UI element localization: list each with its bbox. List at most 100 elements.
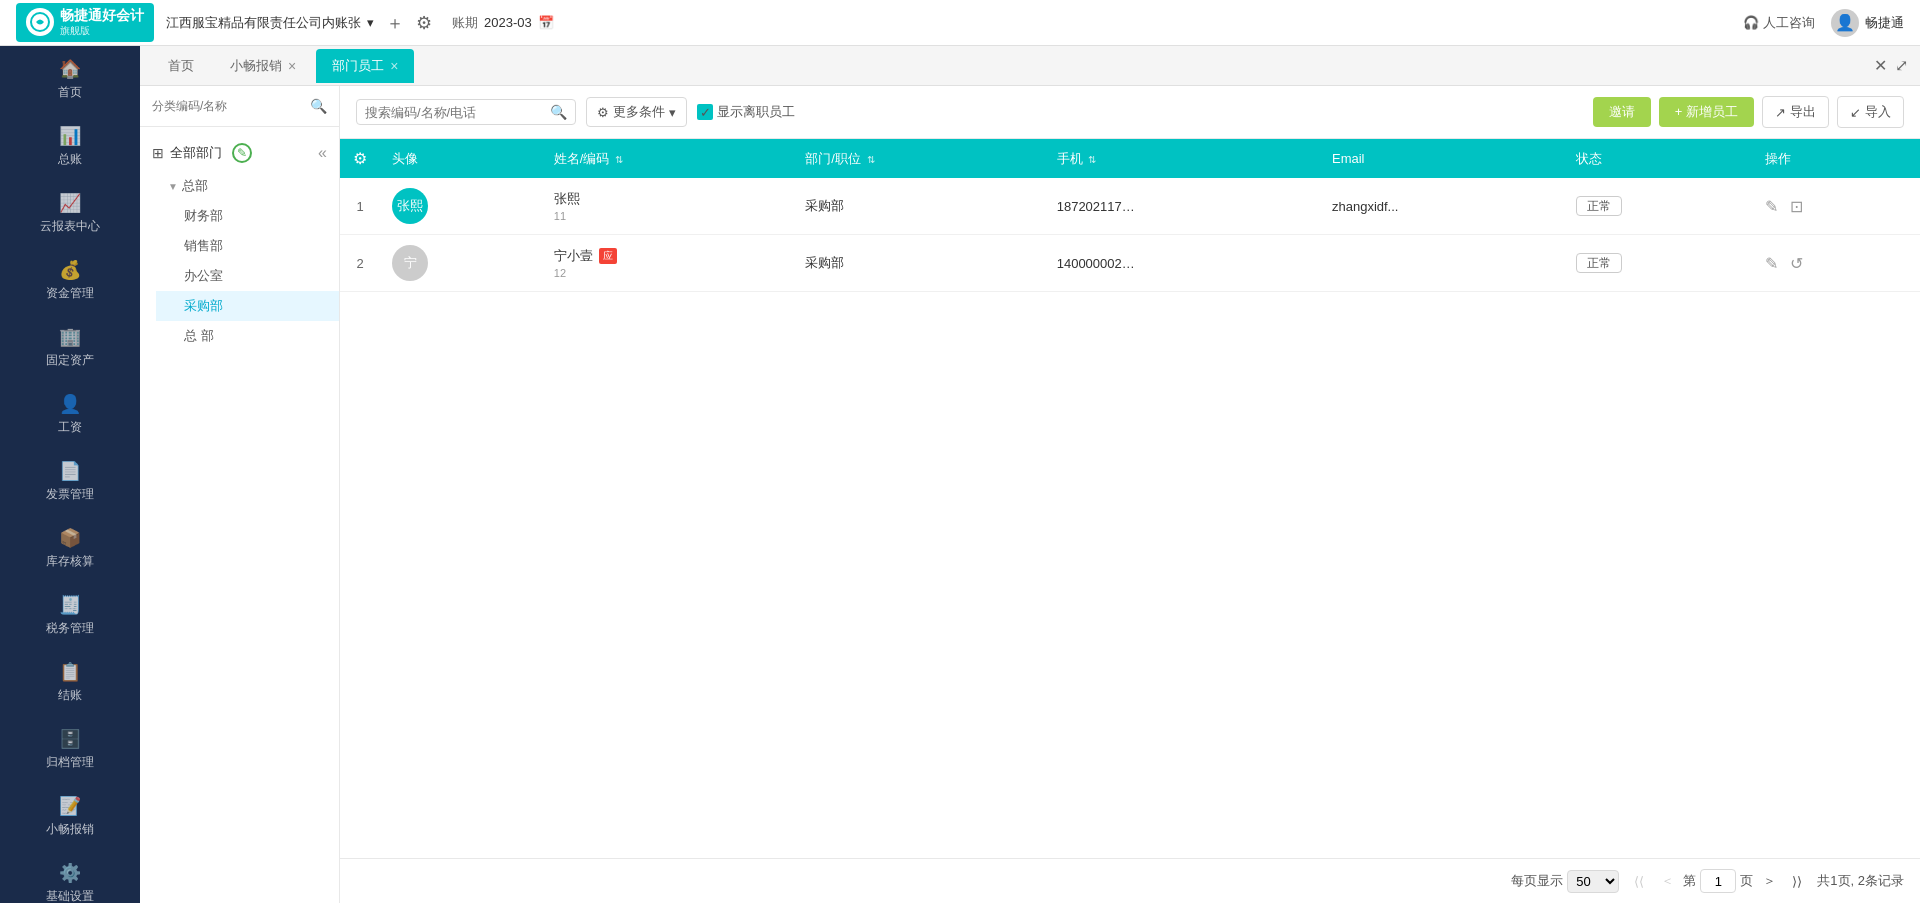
row1-email: zhangxidf... [1320, 178, 1564, 235]
dept-group-header-hq[interactable]: ▼ 总部 [156, 171, 339, 201]
sidebar-item-home[interactable]: 🏠 首页 [0, 46, 140, 113]
tab-dept-close-icon[interactable]: × [390, 58, 398, 74]
assets-icon: 🏢 [59, 326, 81, 348]
sidebar-item-inventory[interactable]: 📦 库存核算 [0, 515, 140, 582]
sidebar-item-archive[interactable]: 🗄️ 归档管理 [0, 716, 140, 783]
row1-logout-icon[interactable]: ⊡ [1790, 197, 1803, 216]
per-page-select[interactable]: 10 20 50 100 [1567, 870, 1619, 893]
avatar-zhangxi: 张熙 [392, 188, 428, 224]
dept-item-sales[interactable]: 销售部 [156, 231, 339, 261]
dept-search-input[interactable] [152, 99, 304, 113]
dept-item-general-hq[interactable]: 总 部 [156, 321, 339, 351]
dept-edit-icon[interactable]: ✎ [232, 143, 252, 163]
avatar-ning: 宁 [392, 245, 428, 281]
export-button[interactable]: ↗ 导出 [1762, 96, 1829, 128]
row2-code: 12 [554, 267, 781, 279]
dept-search-icon[interactable]: 🔍 [310, 98, 327, 114]
col-action: 操作 [1753, 139, 1920, 178]
filter-button[interactable]: ⚙ 更多条件 ▾ [586, 97, 687, 127]
dept-item-finance[interactable]: 财务部 [156, 201, 339, 231]
col-settings-icon[interactable]: ⚙ [353, 150, 367, 167]
top-right-area: 🎧 人工咨询 👤 畅捷通 [1743, 9, 1904, 37]
pagination-bar: 每页显示 10 20 50 100 ⟨⟨ ＜ 第 页 [340, 858, 1920, 903]
row2-name-code: 宁小壹 应 12 [554, 247, 781, 279]
sidebar-item-basic-settings[interactable]: ⚙️ 基础设置 [0, 850, 140, 903]
col-avatar: 头像 [380, 139, 542, 178]
dept-search-area: 🔍 [140, 86, 339, 127]
settings-icon[interactable]: ⚙ [416, 12, 432, 34]
col-name[interactable]: 姓名/编码 ⇅ [542, 139, 793, 178]
maximize-window-icon[interactable]: ⤢ [1895, 56, 1908, 75]
employee-search-icon[interactable]: 🔍 [550, 104, 567, 120]
row2-phone: 140000002… [1045, 235, 1320, 292]
per-page-area: 每页显示 10 20 50 100 [1511, 870, 1619, 893]
show-inactive-toggle[interactable]: ✓ 显示离职员工 [697, 103, 795, 121]
sidebar-label-expense: 小畅报销 [46, 821, 94, 838]
col-dept[interactable]: 部门/职位 ⇅ [793, 139, 1044, 178]
row1-phone: 187202117… [1045, 178, 1320, 235]
sidebar-item-invoice[interactable]: 📄 发票管理 [0, 448, 140, 515]
sidebar-item-payroll[interactable]: 👤 工资 [0, 381, 140, 448]
row1-avatar: 张熙 [380, 178, 542, 235]
row1-dept: 采购部 [793, 178, 1044, 235]
employee-search-box[interactable]: 🔍 [356, 99, 576, 125]
sidebar-label-ledger: 总账 [58, 151, 82, 168]
invite-button[interactable]: 邀请 [1593, 97, 1651, 127]
dept-group-root: ▼ 总部 财务部 销售部 办公室 采购部 [140, 171, 339, 351]
user-avatar: 👤 [1831, 9, 1859, 37]
row1-name-code: 张熙 11 [554, 190, 781, 222]
tab-home[interactable]: 首页 [152, 49, 210, 83]
add-employee-button[interactable]: + 新增员工 [1659, 97, 1754, 127]
row2-status: 正常 [1564, 235, 1753, 292]
dept-item-purchasing[interactable]: 采购部 [156, 291, 339, 321]
company-selector[interactable]: 江西服宝精品有限责任公司内账张 ▾ [166, 14, 374, 32]
sidebar-label-home: 首页 [58, 84, 82, 101]
last-page-button[interactable]: ⟩⟩ [1785, 869, 1809, 893]
sidebar-item-expense[interactable]: 📝 小畅报销 [0, 783, 140, 850]
grid-icon: ⊞ [152, 145, 164, 161]
col-settings[interactable]: ⚙ [340, 139, 380, 178]
sidebar-item-closing[interactable]: 📋 结账 [0, 649, 140, 716]
first-page-button[interactable]: ⟨⟨ [1627, 869, 1651, 893]
add-company-icon[interactable]: ＋ [386, 11, 404, 35]
help-button[interactable]: 🎧 人工咨询 [1743, 14, 1815, 32]
row2-edit-icon[interactable]: ✎ [1765, 254, 1778, 273]
invoice-icon: 📄 [59, 460, 81, 482]
sidebar-item-ledger[interactable]: 📊 总账 [0, 113, 140, 180]
row2-num: 2 [340, 235, 380, 292]
user-area[interactable]: 👤 畅捷通 [1831, 9, 1904, 37]
dept-item-office[interactable]: 办公室 [156, 261, 339, 291]
show-inactive-checkbox[interactable]: ✓ [697, 104, 713, 120]
tab-expense[interactable]: 小畅报销 × [214, 49, 312, 83]
col-phone[interactable]: 手机 ⇅ [1045, 139, 1320, 178]
employee-search-input[interactable] [365, 105, 544, 120]
table-row: 2 宁 宁小壹 [340, 235, 1920, 292]
logo-area: 畅捷通好会计 旗舰版 [16, 3, 154, 42]
dept-tree: ⊞ 全部部门 ✎ « ▼ 总部 财务部 销 [140, 127, 339, 903]
sidebar-label-reports: 云报表中心 [40, 218, 100, 235]
prev-page-button[interactable]: ＜ [1655, 869, 1679, 893]
row2-delete-icon[interactable]: ↺ [1790, 254, 1803, 273]
sidebar-item-reports[interactable]: 📈 云报表中心 [0, 180, 140, 247]
next-page-button[interactable]: ＞ [1757, 869, 1781, 893]
dept-collapse-icon[interactable]: « [318, 144, 327, 162]
row1-edit-icon[interactable]: ✎ [1765, 197, 1778, 216]
all-dept-item[interactable]: ⊞ 全部部门 ✎ « [140, 135, 339, 171]
close-window-icon[interactable]: ✕ [1874, 56, 1887, 75]
sidebar-item-tax[interactable]: 🧾 税务管理 [0, 582, 140, 649]
sidebar-item-assets[interactable]: 🏢 固定资产 [0, 314, 140, 381]
archive-icon: 🗄️ [59, 728, 81, 750]
row2-avatar: 宁 [380, 235, 542, 292]
calendar-icon[interactable]: 📅 [538, 15, 554, 30]
import-icon: ↙ [1850, 105, 1861, 120]
company-dropdown-icon[interactable]: ▾ [367, 15, 374, 30]
sidebar-item-funds[interactable]: 💰 资金管理 [0, 247, 140, 314]
row1-status: 正常 [1564, 178, 1753, 235]
basic-settings-icon: ⚙️ [59, 862, 81, 884]
dept-arrow-icon: ▼ [168, 181, 178, 192]
tab-expense-close-icon[interactable]: × [288, 58, 296, 74]
page-number-input[interactable] [1700, 869, 1736, 893]
import-button[interactable]: ↙ 导入 [1837, 96, 1904, 128]
tab-dept-label: 部门员工 [332, 57, 384, 75]
tab-dept-employee[interactable]: 部门员工 × [316, 49, 414, 83]
